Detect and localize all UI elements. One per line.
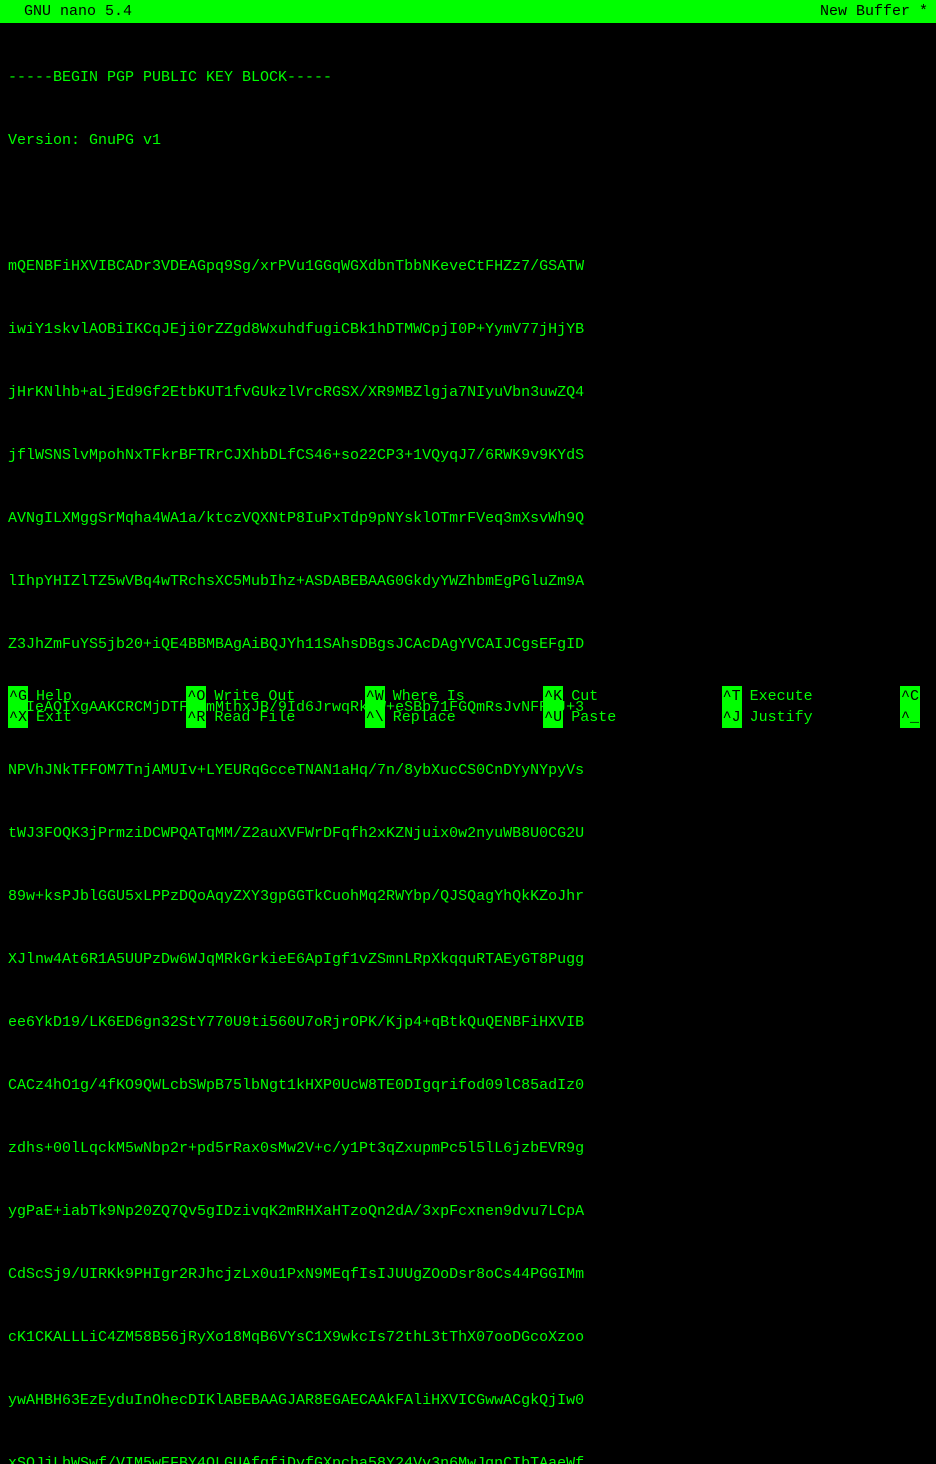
text-line: Version: GnuPG v1 xyxy=(8,130,928,151)
shortcut-row-2: ^X Exit ^R Read File ^\ Replace ^U Paste… xyxy=(8,707,928,728)
buffer-status: New Buffer * xyxy=(820,1,928,22)
shortcut-where-is[interactable]: ^W Where Is xyxy=(365,686,543,707)
text-line: AVNgILXMggSrMqha4WA1a/ktczVQXNtP8IuPxTdp… xyxy=(8,508,928,529)
shortcut-justify[interactable]: ^J Justify xyxy=(722,707,900,728)
text-line: xSQJjLbWSwf/VIM5wEFBY4QLGUAfqfjDyfGXpcha… xyxy=(8,1453,928,1464)
shortcut-row-1: ^G Help ^O Write Out ^W Where Is ^K Cut … xyxy=(8,686,928,707)
shortcut-key: ^\ xyxy=(365,707,385,728)
text-line: NPVhJNkTFFOM7TnjAMUIv+LYEURqGcceTNAN1aHq… xyxy=(8,760,928,781)
shortcut-read-file[interactable]: ^R Read File xyxy=(186,707,364,728)
shortcut-label: Paste xyxy=(571,707,616,728)
text-line: CACz4hO1g/4fKO9QWLcbSWpB75lbNgt1kHXP0UcW… xyxy=(8,1075,928,1096)
shortcut-key: ^K xyxy=(543,686,563,707)
text-line: jHrKNlhb+aLjEd9Gf2EtbKUT1fvGUkzlVrcRGSX/… xyxy=(8,382,928,403)
text-line: CdScSj9/UIRKk9PHIgr2RJhcjzLx0u1PxN9MEqfI… xyxy=(8,1264,928,1285)
shortcut-paste[interactable]: ^U Paste xyxy=(543,707,721,728)
shortcut-label: Where Is xyxy=(393,686,465,707)
shortcut-label: Execute xyxy=(750,686,813,707)
text-line: ee6YkD19/LK6ED6gn32StY770U9ti560U7oRjrOP… xyxy=(8,1012,928,1033)
shortcut-label: Write Out xyxy=(214,686,295,707)
shortcut-label: Read File xyxy=(214,707,295,728)
shortcut-goto-line[interactable]: ^_ xyxy=(900,707,928,728)
app-name: GNU nano 5.4 xyxy=(8,1,132,22)
text-line: Z3JhZmFuYS5jb20+iQE4BBMBAgAiBQJYh11SAhsD… xyxy=(8,634,928,655)
shortcut-key: ^X xyxy=(8,707,28,728)
shortcut-key: ^W xyxy=(365,686,385,707)
shortcut-label: Justify xyxy=(750,707,813,728)
shortcut-key: ^G xyxy=(8,686,28,707)
text-line: lIhpYHIZlTZ5wVBq4wTRchsXC5MubIhz+ASDABEB… xyxy=(8,571,928,592)
text-line: ywAHBH63EzEyduInOhecDIKlABEBAAGJAR8EGAEC… xyxy=(8,1390,928,1411)
text-line: ygPaE+iabTk9Np20ZQ7Qv5gIDzivqK2mRHXaHTzo… xyxy=(8,1201,928,1222)
shortcut-replace[interactable]: ^\ Replace xyxy=(365,707,543,728)
shortcut-exit[interactable]: ^X Exit xyxy=(8,707,186,728)
text-line: jflWSNSlvMpohNxTFkrBFTRrCJXhbDLfCS46+so2… xyxy=(8,445,928,466)
shortcut-label: Help xyxy=(36,686,72,707)
text-line: XJlnw4At6R1A5UUPzDw6WJqMRkGrkieE6ApIgf1v… xyxy=(8,949,928,970)
text-line: -----BEGIN PGP PUBLIC KEY BLOCK----- xyxy=(8,67,928,88)
text-line: 89w+ksPJblGGU5xLPPzDQoAqyZXY3gpGGTkCuohM… xyxy=(8,886,928,907)
text-line: zdhs+00lLqckM5wNbp2r+pd5rRax0sMw2V+c/y1P… xyxy=(8,1138,928,1159)
shortcut-bar: ^G Help ^O Write Out ^W Where Is ^K Cut … xyxy=(0,686,936,732)
text-line: tWJ3FOQK3jPrmziDCWPQATqMM/Z2auXVFWrDFqfh… xyxy=(8,823,928,844)
editor-content[interactable]: -----BEGIN PGP PUBLIC KEY BLOCK----- Ver… xyxy=(0,23,936,1464)
shortcut-key: ^J xyxy=(722,707,742,728)
shortcut-key: ^R xyxy=(186,707,206,728)
shortcut-key: ^C xyxy=(900,686,920,707)
shortcut-execute[interactable]: ^T Execute xyxy=(722,686,900,707)
shortcut-key: ^U xyxy=(543,707,563,728)
titlebar: GNU nano 5.4 New Buffer * xyxy=(0,0,936,23)
shortcut-location[interactable]: ^C xyxy=(900,686,928,707)
text-line: iwiY1skvlAOBiIKCqJEji0rZZgd8WxuhdfugiCBk… xyxy=(8,319,928,340)
shortcut-key: ^T xyxy=(722,686,742,707)
shortcut-label: Replace xyxy=(393,707,456,728)
shortcut-cut[interactable]: ^K Cut xyxy=(543,686,721,707)
shortcut-key: ^_ xyxy=(900,707,920,728)
text-line: mQENBFiHXVIBCADr3VDEAGpq9Sg/xrPVu1GGqWGX… xyxy=(8,256,928,277)
shortcut-label: Cut xyxy=(571,686,598,707)
text-line: cK1CKALLLiC4ZM58B56jRyXo18MqB6VYsC1X9wkc… xyxy=(8,1327,928,1348)
shortcut-write-out[interactable]: ^O Write Out xyxy=(186,686,364,707)
shortcut-help[interactable]: ^G Help xyxy=(8,686,186,707)
shortcut-key: ^O xyxy=(186,686,206,707)
shortcut-label: Exit xyxy=(36,707,72,728)
text-line xyxy=(8,193,928,214)
